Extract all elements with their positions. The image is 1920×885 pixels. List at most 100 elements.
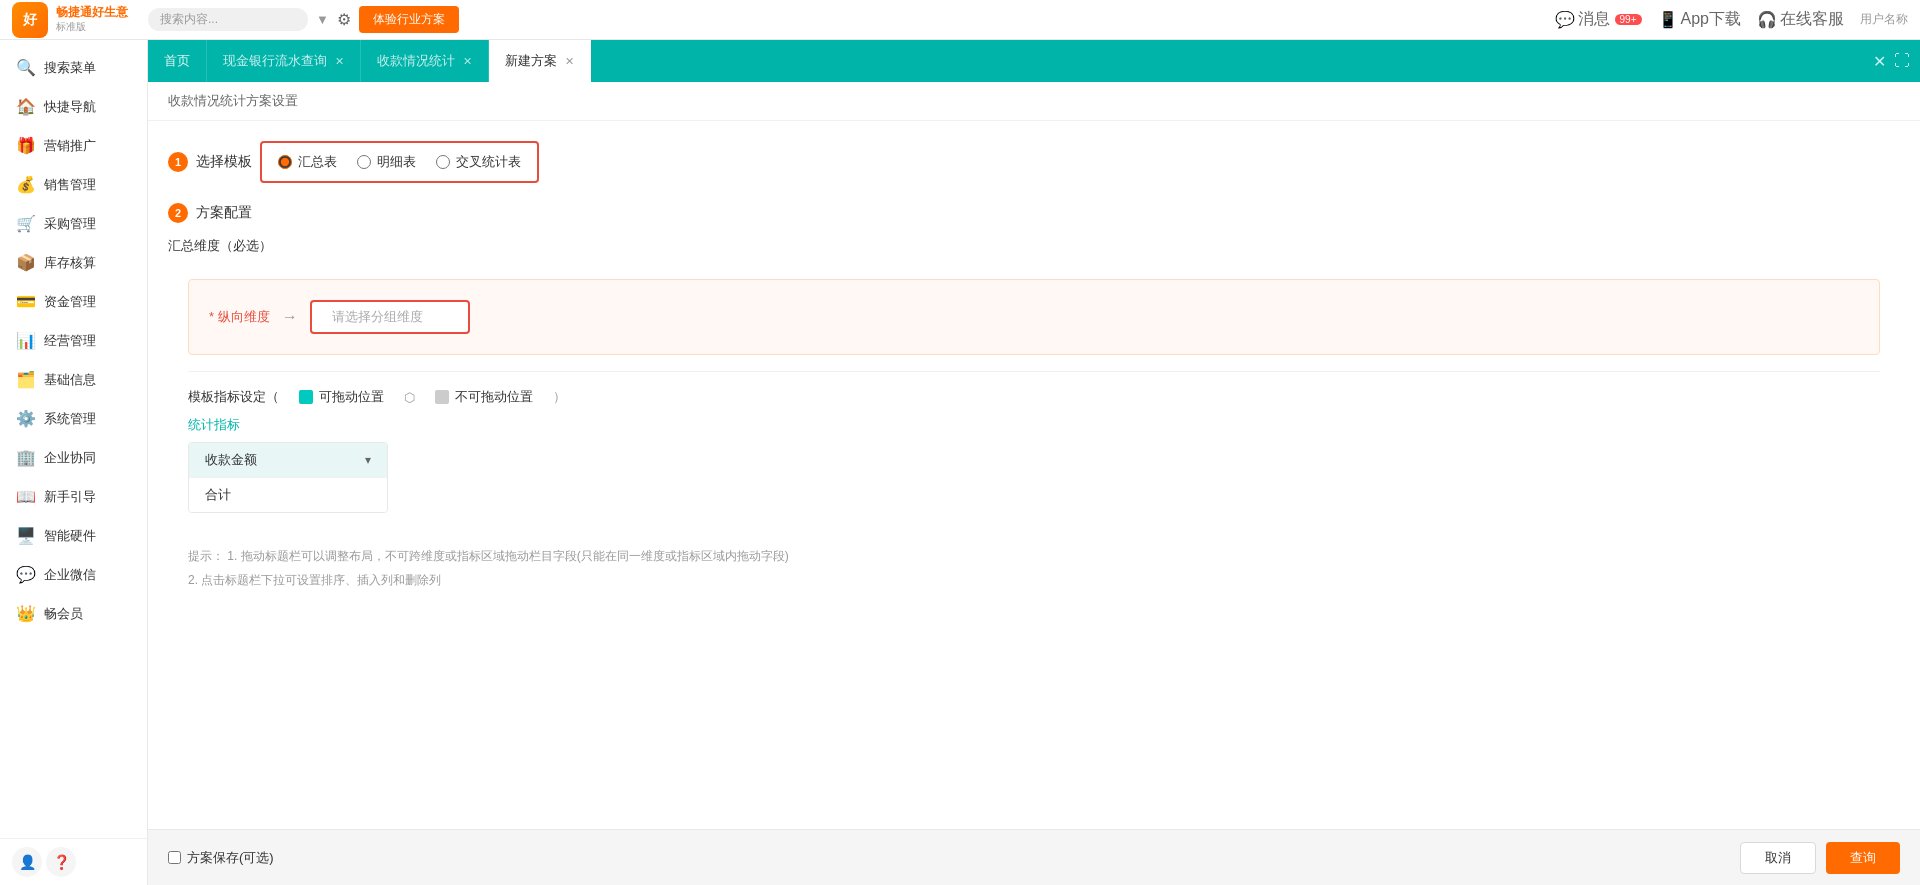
sidebar-item-wechat[interactable]: 💬 企业微信 — [0, 555, 147, 594]
sales-icon: 💰 — [16, 175, 36, 194]
radio-summary[interactable]: 汇总表 — [278, 153, 337, 171]
radio-cross-input[interactable] — [436, 155, 450, 169]
metrics-area: 统计指标 收款金额 ▾ 合计 — [188, 416, 1880, 516]
search-icon: 🔍 — [16, 58, 36, 77]
sidebar-label-member: 畅会员 — [44, 605, 83, 623]
dimension-select[interactable]: 请选择分组维度 — [310, 300, 470, 334]
settings-icon[interactable]: ⚙ — [337, 10, 351, 29]
sidebar-label-system: 系统管理 — [44, 410, 96, 428]
sidebar-menu: 🔍 搜索菜单 🏠 快捷导航 🎁 营销推广 💰 销售管理 🛒 采购管理 📦 — [0, 40, 147, 838]
sidebar-item-guide[interactable]: 📖 新手引导 — [0, 477, 147, 516]
metrics-legend: 模板指标设定（ 可拖动位置 ⬡ 不可拖动位置 — [188, 388, 1880, 406]
tab-stats-close[interactable]: ✕ — [463, 55, 472, 68]
nondraggable-legend: 不可拖动位置 — [435, 388, 533, 406]
tab-bank-close[interactable]: ✕ — [335, 55, 344, 68]
sidebar: 🔍 搜索菜单 🏠 快捷导航 🎁 营销推广 💰 销售管理 🛒 采购管理 📦 — [0, 40, 148, 885]
sidebar-item-purchase[interactable]: 🛒 采购管理 — [0, 204, 147, 243]
sidebar-item-search[interactable]: 🔍 搜索菜单 — [0, 48, 147, 87]
sidebar-item-member[interactable]: 👑 畅会员 — [0, 594, 147, 633]
sidebar-label-wechat: 企业微信 — [44, 566, 96, 584]
tab-bank[interactable]: 现金银行流水查询 ✕ — [207, 40, 361, 82]
sidebar-item-enterprise[interactable]: 🏢 企业协同 — [0, 438, 147, 477]
member-icon: 👑 — [16, 604, 36, 623]
basic-icon: 🗂️ — [16, 370, 36, 389]
main-layout: 🔍 搜索菜单 🏠 快捷导航 🎁 营销推广 💰 销售管理 🛒 采购管理 📦 — [0, 40, 1920, 885]
tab-close-all-icon[interactable]: ✕ — [1873, 52, 1886, 71]
sidebar-item-quicknav[interactable]: 🏠 快捷导航 — [0, 87, 147, 126]
sidebar-avatar[interactable]: 👤 — [12, 847, 42, 877]
footer-bar: 方案保存(可选) 取消 查询 — [148, 829, 1920, 885]
user-info[interactable]: 用户名称 — [1860, 11, 1908, 28]
save-checkbox-input[interactable] — [168, 851, 181, 864]
tab-home-label: 首页 — [164, 52, 190, 70]
dimension-wrapper: 汇总维度（必选） * 纵向维度 → 请选择分组维度 — [168, 237, 1900, 355]
tab-bank-label: 现金银行流水查询 — [223, 52, 327, 70]
tab-bar: 首页 现金银行流水查询 ✕ 收款情况统计 ✕ 新建方案 ✕ ✕ ⛶ — [148, 40, 1920, 82]
radio-summary-input[interactable] — [278, 155, 292, 169]
guide-icon: 📖 — [16, 487, 36, 506]
top-bar-left: 好 畅捷通好生意 标准版 搜索内容... ▼ ⚙ 体验行业方案 — [12, 2, 459, 38]
nondraggable-label: 不可拖动位置 — [455, 388, 533, 406]
tip-1-text: 提示： 1. 拖动标题栏可以调整布局，不可跨维度或指标区域拖动栏目字段(只能在同… — [188, 544, 789, 568]
operation-icon: 📊 — [16, 331, 36, 350]
step2-section: 2 方案配置 汇总维度（必选） * 纵向维度 → — [168, 203, 1900, 608]
cancel-button[interactable]: 取消 — [1740, 842, 1816, 874]
message-icon: 💬 — [1555, 10, 1575, 29]
dropdown-arrow-icon[interactable]: ▼ — [316, 12, 329, 27]
metrics-legend-title: 模板指标设定（ — [188, 388, 279, 406]
message-btn[interactable]: 💬 消息 99+ — [1555, 9, 1642, 30]
trial-button[interactable]: 体验行业方案 — [359, 6, 459, 33]
sidebar-item-finance[interactable]: 💳 资金管理 — [0, 282, 147, 321]
tab-stats[interactable]: 收款情况统计 ✕ — [361, 40, 489, 82]
tab-expand-icon[interactable]: ⛶ — [1894, 52, 1910, 70]
sidebar-item-inventory[interactable]: 📦 库存核算 — [0, 243, 147, 282]
tip-2-text: 2. 点击标题栏下拉可设置排序、插入列和删除列 — [188, 568, 441, 592]
step1-circle: 1 — [168, 152, 188, 172]
radio-detail-input[interactable] — [357, 155, 371, 169]
metrics-dropdown-icon[interactable]: ▾ — [365, 453, 371, 467]
finance-icon: 💳 — [16, 292, 36, 311]
wechat-icon: 💬 — [16, 565, 36, 584]
sidebar-label-inventory: 库存核算 — [44, 254, 96, 272]
sidebar-help-icon[interactable]: ❓ — [46, 847, 76, 877]
tab-home[interactable]: 首页 — [148, 40, 207, 82]
service-icon: 🎧 — [1757, 10, 1777, 29]
message-badge: 99+ — [1615, 14, 1642, 25]
download-btn[interactable]: 📱 App下载 — [1658, 9, 1741, 30]
tab-stats-label: 收款情况统计 — [377, 52, 455, 70]
sidebar-label-basic: 基础信息 — [44, 371, 96, 389]
sidebar-item-operation[interactable]: 📊 经营管理 — [0, 321, 147, 360]
dimension-title: 汇总维度（必选） — [168, 237, 1900, 263]
tab-new-plan-close[interactable]: ✕ — [565, 55, 574, 68]
download-icon: 📱 — [1658, 10, 1678, 29]
service-btn[interactable]: 🎧 在线客服 — [1757, 9, 1844, 30]
gift-icon: 🎁 — [16, 136, 36, 155]
logo-title: 畅捷通好生意 — [56, 5, 128, 21]
home-icon: 🏠 — [16, 97, 36, 116]
sidebar-item-marketing[interactable]: 🎁 营销推广 — [0, 126, 147, 165]
tip-1: 提示： 1. 拖动标题栏可以调整布局，不可跨维度或指标区域拖动栏目字段(只能在同… — [188, 544, 1880, 568]
inventory-icon: 📦 — [16, 253, 36, 272]
sidebar-item-hardware[interactable]: 🖥️ 智能硬件 — [0, 516, 147, 555]
sidebar-label-finance: 资金管理 — [44, 293, 96, 311]
query-button[interactable]: 查询 — [1826, 842, 1900, 874]
tips-section: 提示： 1. 拖动标题栏可以调整布局，不可跨维度或指标区域拖动栏目字段(只能在同… — [168, 528, 1900, 608]
draggable-legend: 可拖动位置 — [299, 388, 384, 406]
tab-new-plan[interactable]: 新建方案 ✕ — [489, 40, 591, 82]
logo-text-block: 畅捷通好生意 标准版 — [56, 5, 128, 35]
sidebar-item-system[interactable]: ⚙️ 系统管理 — [0, 399, 147, 438]
enterprise-icon: 🏢 — [16, 448, 36, 467]
sidebar-item-sales[interactable]: 💰 销售管理 — [0, 165, 147, 204]
draggable-label: 可拖动位置 — [319, 388, 384, 406]
form-area: 1 选择模板 汇总表 明细表 — [148, 121, 1920, 648]
radio-cross[interactable]: 交叉统计表 — [436, 153, 521, 171]
sidebar-label-quicknav: 快捷导航 — [44, 98, 96, 116]
tip-2: 2. 点击标题栏下拉可设置排序、插入列和删除列 — [188, 568, 1880, 592]
breadcrumb: 收款情况统计方案设置 — [148, 82, 1920, 121]
page-inner: 收款情况统计方案设置 1 选择模板 汇总表 — [148, 82, 1920, 829]
sidebar-item-basic[interactable]: 🗂️ 基础信息 — [0, 360, 147, 399]
radio-detail[interactable]: 明细表 — [357, 153, 416, 171]
save-checkbox-label[interactable]: 方案保存(可选) — [168, 849, 274, 867]
step1-section: 1 选择模板 汇总表 明细表 — [168, 141, 1900, 183]
content-area: 首页 现金银行流水查询 ✕ 收款情况统计 ✕ 新建方案 ✕ ✕ ⛶ — [148, 40, 1920, 885]
